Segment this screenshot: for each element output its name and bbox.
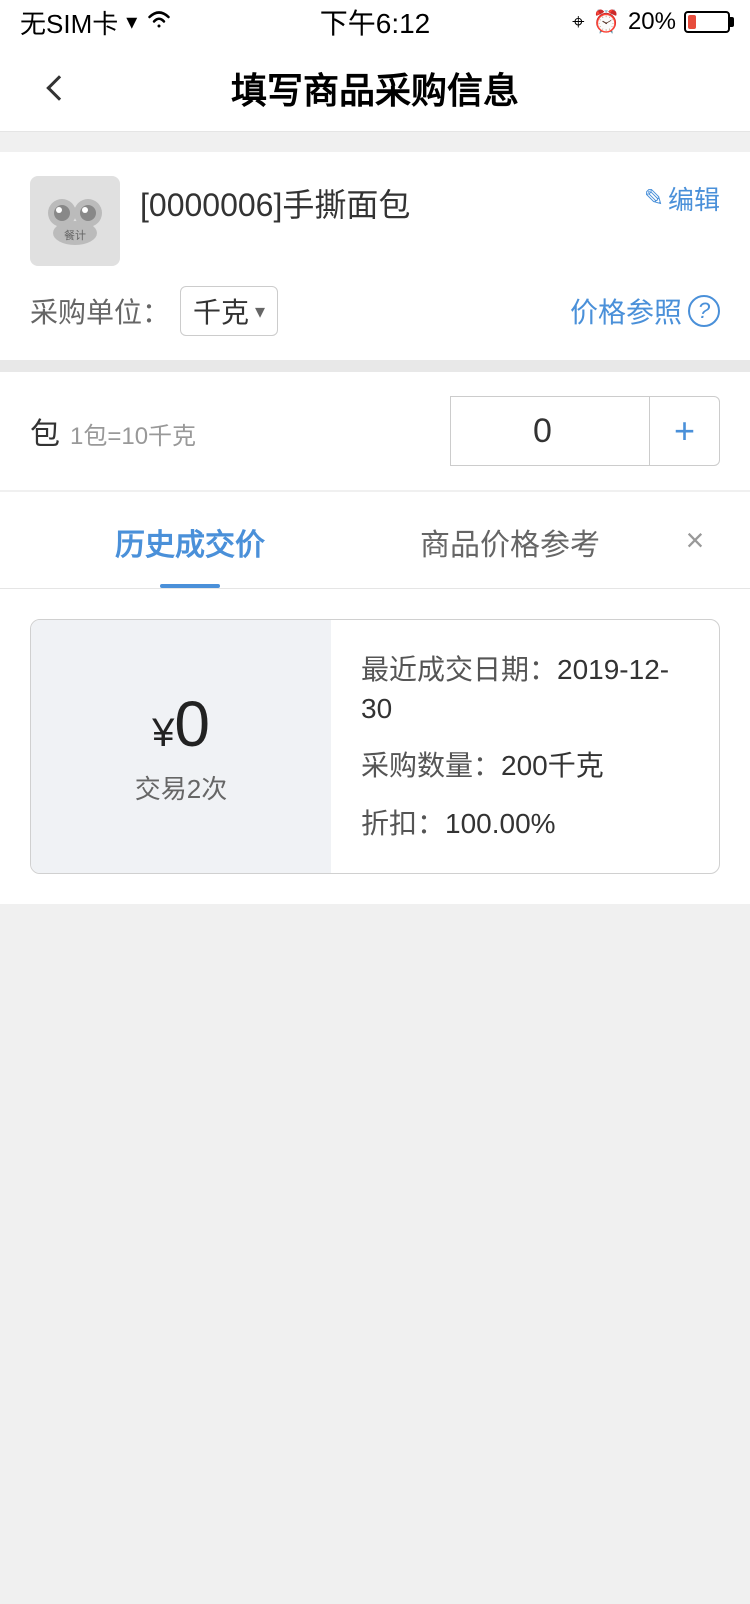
quantity-input[interactable] bbox=[450, 396, 650, 466]
battery-percent: 20% bbox=[628, 8, 676, 36]
page-title: 填写商品采购信息 bbox=[231, 62, 519, 114]
tab-history-price[interactable]: 历史成交价 bbox=[30, 492, 350, 588]
edit-icon: ✎ bbox=[644, 184, 664, 213]
svg-text:餐计: 餐计 bbox=[64, 228, 86, 242]
dropdown-arrow-icon: ▾ bbox=[255, 299, 265, 324]
battery-icon bbox=[684, 11, 730, 33]
product-header: 餐计 [0000006]手撕面包 ✎ 编辑 bbox=[30, 176, 720, 266]
price-ref-info-icon: ? bbox=[688, 295, 720, 327]
unit-label: 采购单位： bbox=[30, 291, 170, 331]
product-thumbnail: 餐计 bbox=[30, 176, 120, 266]
wifi-label bbox=[145, 8, 173, 36]
tabs-row: 历史成交价 商品价格参考 × bbox=[0, 492, 750, 589]
discount-row: 折扣：100.00% bbox=[361, 804, 689, 843]
product-info: [0000006]手撕面包 bbox=[140, 176, 410, 226]
gps-icon: ⌖ bbox=[572, 9, 584, 35]
quantity-left: 包 1包=10千克 bbox=[30, 409, 196, 453]
unit-conversion-text: 1包=10千克 bbox=[70, 416, 196, 451]
status-right: ⌖ ⏰ 20% bbox=[572, 8, 730, 36]
product-card: 餐计 [0000006]手撕面包 ✎ 编辑 采购单位： 千克 ▾ 价格参照 ? bbox=[0, 152, 750, 360]
divider-bar bbox=[0, 360, 750, 372]
status-bar: 无SIM卡 ▾ 下午6:12 ⌖ ⏰ 20% bbox=[0, 0, 750, 44]
product-left: 餐计 [0000006]手撕面包 bbox=[30, 176, 410, 266]
carrier-text: 无SIM卡 bbox=[20, 4, 118, 41]
tab-product-price-ref[interactable]: 商品价格参考 bbox=[350, 492, 670, 588]
transaction-count: 交易2次 bbox=[135, 769, 227, 806]
price-left-panel: ¥0 交易2次 bbox=[31, 620, 331, 873]
status-left: 无SIM卡 ▾ bbox=[20, 4, 173, 41]
status-time: 下午6:12 bbox=[320, 2, 431, 42]
main-content-background bbox=[0, 904, 750, 1604]
unit-dropdown[interactable]: 千克 ▾ bbox=[180, 286, 278, 336]
product-unit-row: 采购单位： 千克 ▾ 价格参照 ? bbox=[30, 286, 720, 336]
price-card-area: ¥0 交易2次 最近成交日期：2019-12-30 采购数量：200千克 折扣：… bbox=[0, 589, 750, 904]
nav-bar: 填写商品采购信息 bbox=[0, 44, 750, 132]
price-card: ¥0 交易2次 最近成交日期：2019-12-30 采购数量：200千克 折扣：… bbox=[30, 619, 720, 874]
price-reference-button[interactable]: 价格参照 ? bbox=[570, 291, 720, 331]
package-unit-text: 包 bbox=[30, 409, 60, 453]
close-panel-button[interactable]: × bbox=[670, 515, 720, 565]
unit-selector-group: 采购单位： 千克 ▾ bbox=[30, 286, 278, 336]
quantity-row: 包 1包=10千克 + bbox=[0, 372, 750, 490]
product-name: [0000006]手撕面包 bbox=[140, 180, 410, 226]
back-button[interactable] bbox=[30, 63, 80, 113]
quantity-row-info: 采购数量：200千克 bbox=[361, 746, 689, 785]
back-arrow-icon bbox=[46, 75, 71, 100]
recent-date-row: 最近成交日期：2019-12-30 bbox=[361, 650, 689, 728]
price-right-panel: 最近成交日期：2019-12-30 采购数量：200千克 折扣：100.00% bbox=[331, 620, 719, 873]
wifi-icon: ▾ bbox=[126, 9, 137, 35]
bottom-panel: 历史成交价 商品价格参考 × ¥0 交易2次 最近成交日期：2019-12-30… bbox=[0, 492, 750, 904]
quantity-plus-button[interactable]: + bbox=[650, 396, 720, 466]
price-amount: ¥0 bbox=[152, 687, 210, 761]
quantity-control: + bbox=[450, 396, 720, 466]
alarm-icon: ⏰ bbox=[593, 9, 620, 35]
edit-button[interactable]: ✎ 编辑 bbox=[644, 180, 720, 217]
